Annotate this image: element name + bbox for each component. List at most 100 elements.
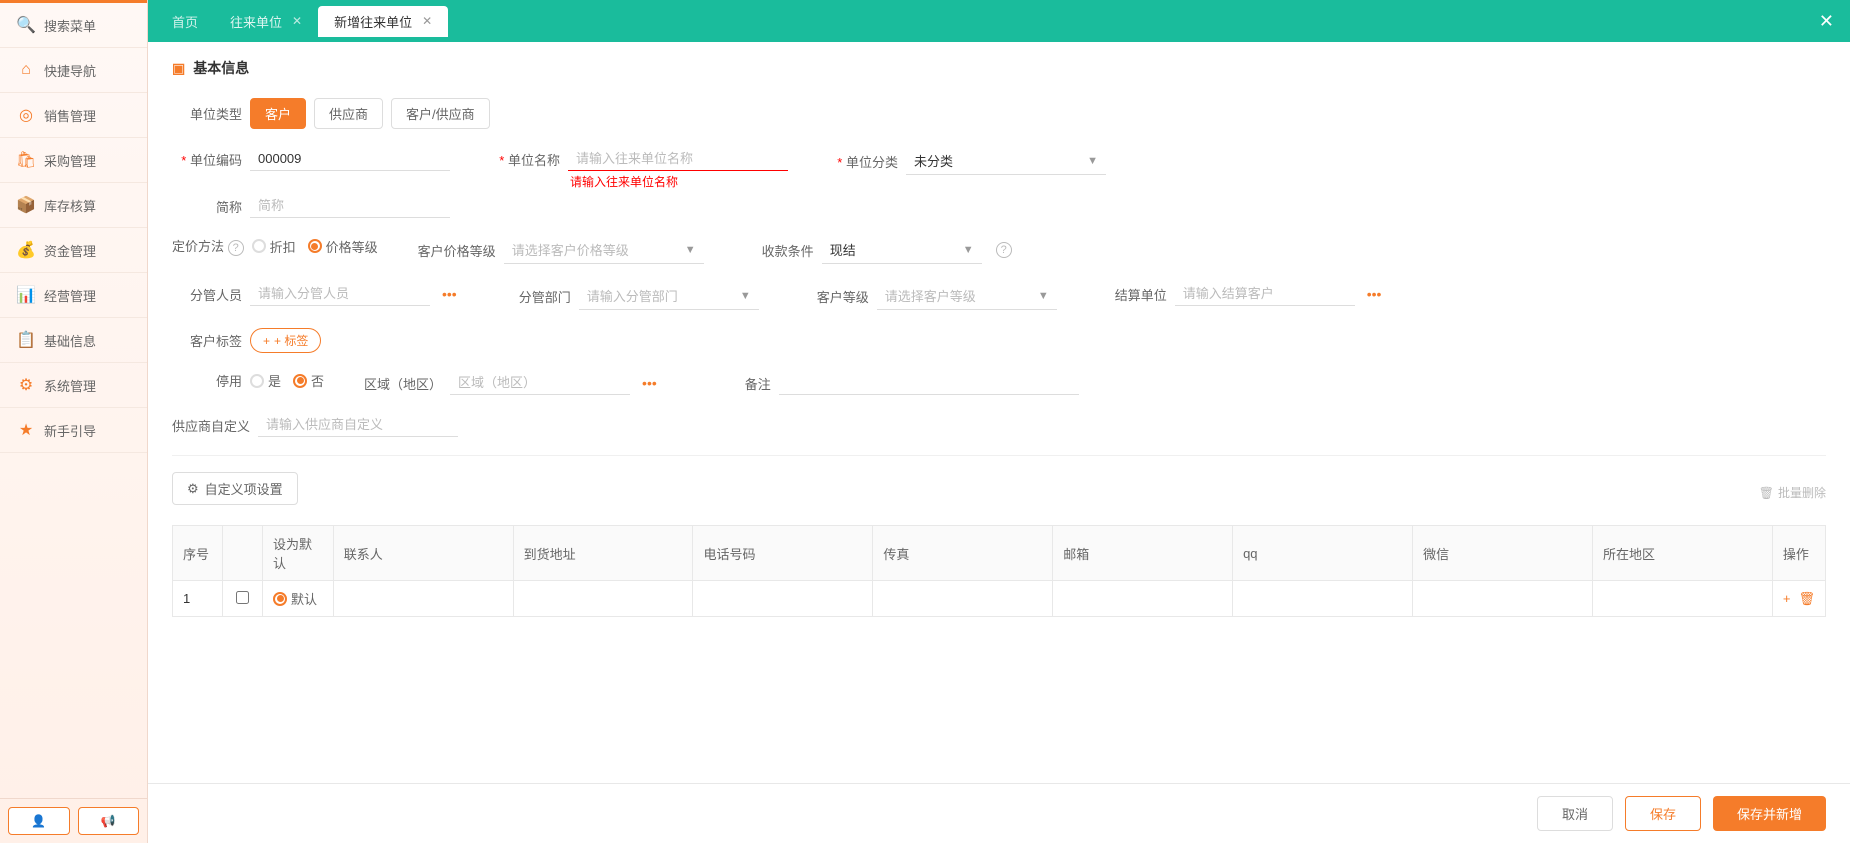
dept-label: 分管部门 — [501, 287, 571, 306]
unit-type-field: 单位类型 客户 供应商 客户/供应商 — [172, 98, 490, 129]
add-tag-btn[interactable]: + + 标签 — [250, 328, 321, 353]
customer-price-level-select[interactable]: 请选择客户价格等级 ▼ — [504, 236, 704, 264]
add-row-btn[interactable]: + — [1783, 591, 1791, 607]
tab-new-counterparty-label: 新增往来单位 — [334, 12, 412, 31]
save-button[interactable]: 保存 — [1625, 796, 1701, 831]
dept-select[interactable]: 请输入分管部门 ▼ — [579, 282, 759, 310]
unit-btn-both[interactable]: 客户/供应商 — [391, 98, 490, 129]
tab-home[interactable]: 首页 — [156, 6, 214, 37]
unit-category-select[interactable]: 未分类 ▼ — [906, 147, 1106, 175]
customer-level-select[interactable]: 请选择客户等级 ▼ — [877, 282, 1057, 310]
unit-name-input[interactable] — [568, 147, 788, 171]
address-input[interactable] — [524, 591, 683, 606]
sidebar-item-search[interactable]: 🔍 搜索菜单 — [0, 3, 147, 48]
cancel-button[interactable]: 取消 — [1537, 796, 1613, 831]
content-area: ▣ 基本信息 单位类型 客户 供应商 客户/供应商 * 单位编码 — [148, 42, 1850, 783]
cell-wechat[interactable] — [1413, 581, 1593, 617]
email-input[interactable] — [1063, 591, 1222, 606]
remarks-input[interactable] — [779, 371, 1079, 395]
gear-icon: ⚙ — [187, 481, 199, 497]
region-input[interactable] — [450, 371, 630, 395]
region-table-input[interactable] — [1603, 591, 1762, 606]
chevron-down-icon: ▼ — [1087, 155, 1098, 167]
tab-new-counterparty[interactable]: 新增往来单位 ✕ — [318, 6, 448, 37]
cell-phone[interactable] — [693, 581, 873, 617]
section-title: 基本信息 — [193, 58, 249, 78]
settlement-input[interactable] — [1175, 282, 1355, 306]
row-checkbox[interactable] — [236, 591, 249, 604]
remarks-label: 备注 — [701, 374, 771, 393]
cell-fax[interactable] — [873, 581, 1053, 617]
cell-checkbox[interactable] — [223, 581, 263, 617]
settlement-more-btn[interactable]: ••• — [1363, 284, 1386, 304]
tab-counterparty[interactable]: 往来单位 ✕ — [214, 6, 318, 37]
sidebar-item-system[interactable]: ⚙ 系统管理 — [0, 363, 147, 408]
tab-bar: 首页 往来单位 ✕ 新增往来单位 ✕ ✕ — [148, 0, 1850, 42]
col-address: 到货地址 — [513, 526, 693, 581]
inventory-icon: 📦 — [16, 195, 36, 215]
disabled-no[interactable]: 否 — [293, 371, 324, 390]
sidebar-item-guide[interactable]: ★ 新手引导 — [0, 408, 147, 453]
batch-delete-btn[interactable]: 🗑 批量删除 — [1759, 484, 1826, 501]
sidebar-item-basic-info[interactable]: 📋 基础信息 — [0, 318, 147, 363]
unit-btn-supplier[interactable]: 供应商 — [314, 98, 383, 129]
sidebar-btn-left[interactable]: 👤 — [8, 807, 70, 835]
tab-counterparty-close[interactable]: ✕ — [292, 14, 302, 28]
save-new-button[interactable]: 保存并新增 — [1713, 796, 1826, 831]
pricing-row: 定价方法 ? 折扣 价格等级 客户价格等级 请选择客户价 — [172, 236, 1826, 264]
sidebar-item-finance[interactable]: 💰 资金管理 — [0, 228, 147, 273]
supplier-custom-label: 供应商自定义 — [172, 416, 250, 435]
home-icon: ⌂ — [16, 60, 36, 80]
pricing-radio-level[interactable]: 价格等级 — [308, 237, 378, 256]
short-name-input[interactable] — [250, 194, 450, 218]
custom-settings-btn[interactable]: ⚙ 自定义项设置 — [172, 472, 298, 505]
code-name-row: * 单位编码 * 单位名称 请输入往来单位名称 * 单位分类 — [172, 147, 1826, 190]
cell-region[interactable] — [1592, 581, 1772, 617]
contact-input[interactable] — [344, 591, 503, 606]
cell-email[interactable] — [1053, 581, 1233, 617]
pricing-help-icon[interactable]: ? — [228, 240, 244, 256]
payment-terms-select[interactable]: 现结 ▼ — [822, 236, 982, 264]
col-region: 所在地区 — [1592, 526, 1772, 581]
sidebar-item-operations[interactable]: 📊 经营管理 — [0, 273, 147, 318]
cell-qq[interactable] — [1233, 581, 1413, 617]
delete-row-btn[interactable]: 🗑 — [1798, 591, 1815, 607]
payment-help-icon[interactable]: ? — [996, 242, 1012, 258]
customer-tag-field: 客户标签 + + 标签 — [172, 328, 321, 353]
pricing-radio-discount[interactable]: 折扣 — [252, 237, 296, 256]
sidebar-item-label: 经营管理 — [44, 286, 96, 305]
phone-input[interactable] — [703, 591, 862, 606]
fax-input[interactable] — [883, 591, 1042, 606]
disabled-yes[interactable]: 是 — [250, 371, 281, 390]
sidebar-item-sales[interactable]: ◎ 销售管理 — [0, 93, 147, 138]
chevron-down-icon: ▼ — [963, 244, 974, 256]
sidebar-item-quick-nav[interactable]: ⌂ 快捷导航 — [0, 48, 147, 93]
unit-btn-customer[interactable]: 客户 — [250, 98, 306, 129]
cell-contact[interactable] — [333, 581, 513, 617]
manager-more-btn[interactable]: ••• — [438, 284, 461, 304]
supplier-custom-input[interactable] — [258, 413, 458, 437]
manager-input[interactable] — [250, 282, 430, 306]
unit-name-label: * 单位名称 — [490, 150, 560, 169]
unit-code-input[interactable] — [250, 147, 450, 171]
sidebar-item-purchase[interactable]: 🛍 采购管理 — [0, 138, 147, 183]
unit-name-error: 请输入往来单位名称 — [570, 173, 788, 190]
sales-icon: ◎ — [16, 105, 36, 125]
cell-address[interactable] — [513, 581, 693, 617]
col-action: 操作 — [1772, 526, 1825, 581]
sidebar-item-label: 采购管理 — [44, 151, 96, 170]
tab-new-counterparty-close[interactable]: ✕ — [422, 14, 432, 28]
qq-input[interactable] — [1243, 591, 1402, 606]
col-qq: qq — [1233, 526, 1413, 581]
tab-bar-close-btn[interactable]: ✕ — [1811, 7, 1842, 36]
sidebar-btn-right[interactable]: 📢 — [78, 807, 140, 835]
sidebar-item-label: 快捷导航 — [44, 61, 96, 80]
default-radio-item[interactable]: 默认 — [273, 589, 317, 608]
short-name-field: 简称 — [172, 194, 450, 218]
sidebar-item-inventory[interactable]: 📦 库存核算 — [0, 183, 147, 228]
region-more-btn[interactable]: ••• — [638, 373, 661, 393]
wechat-input[interactable] — [1423, 591, 1582, 606]
cell-index: 1 — [173, 581, 223, 617]
col-fax: 传真 — [873, 526, 1053, 581]
unit-code-label: * 单位编码 — [172, 150, 242, 169]
